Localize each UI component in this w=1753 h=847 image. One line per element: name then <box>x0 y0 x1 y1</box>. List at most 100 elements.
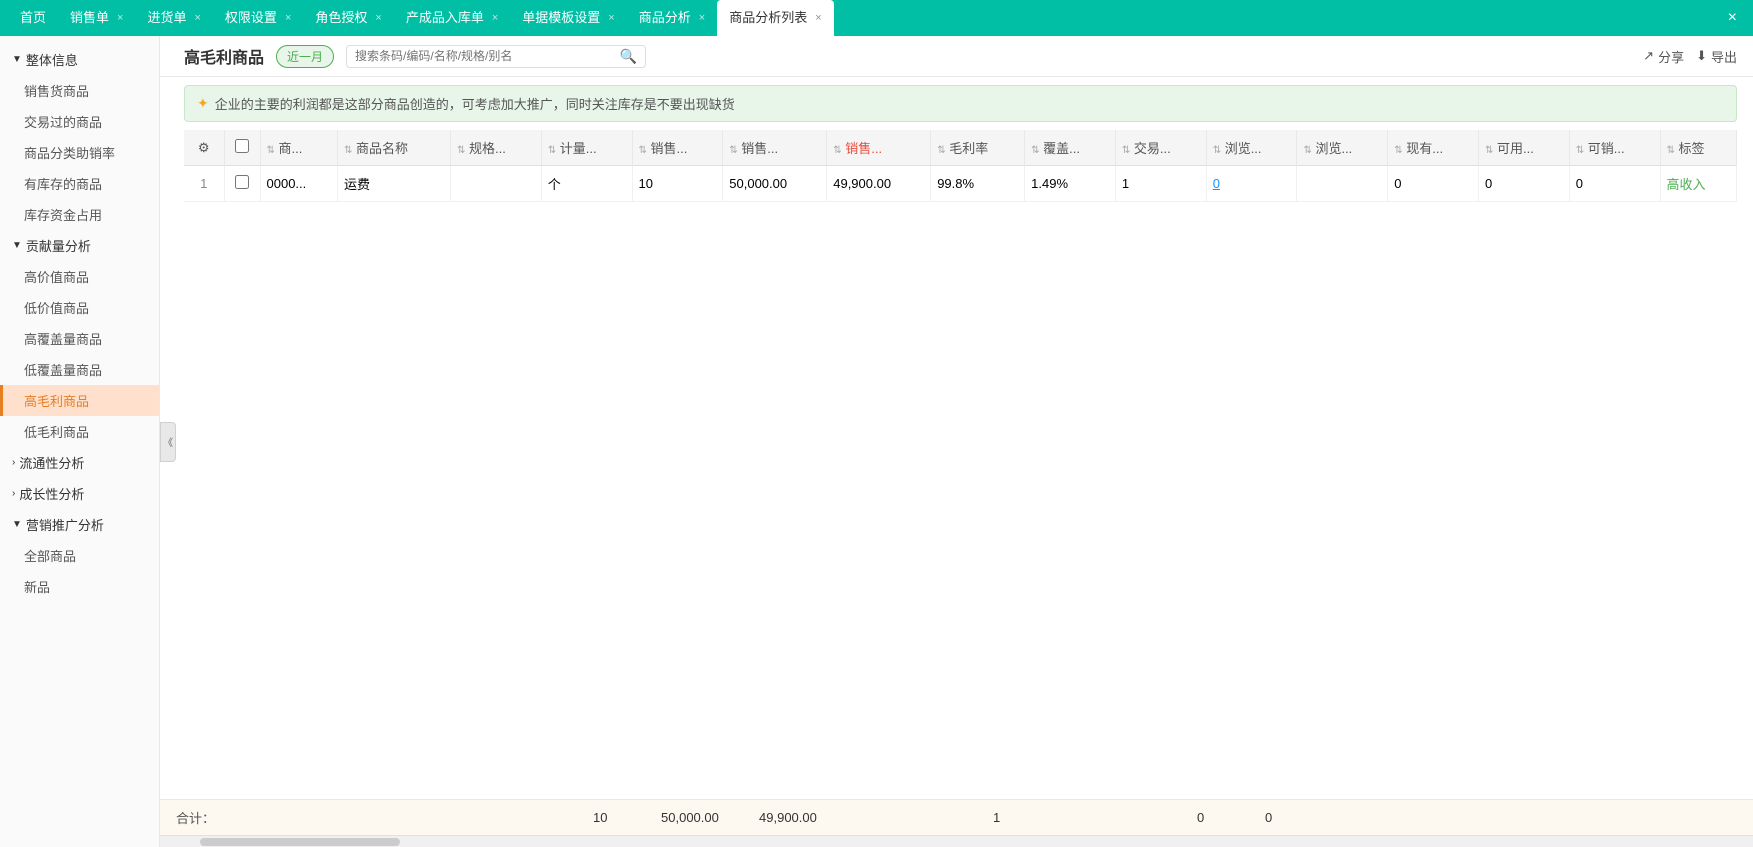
nav-sales[interactable]: 销售单 × <box>58 0 135 36</box>
search-box: 🔍 <box>346 45 646 68</box>
col-browse2[interactable]: ⇅ 浏览... <box>1297 130 1388 166</box>
col-sales-amount[interactable]: ⇅ 销售... <box>723 130 827 166</box>
cell-name: 运费 <box>337 166 450 202</box>
col-saleable-stock[interactable]: ⇅ 可销... <box>1569 130 1660 166</box>
sidebar-group-contribution[interactable]: ▼ 贡献量分析 <box>0 230 159 261</box>
sidebar-group-overview[interactable]: ▼ 整体信息 <box>0 44 159 75</box>
close-template-tab[interactable]: × <box>608 0 614 36</box>
footer-bar: 合计： 10 50,000.00 49,900.00 1 0 0 <box>160 799 1753 835</box>
col-settings[interactable]: ⚙ <box>184 130 224 166</box>
cell-available-stock: 0 <box>1478 166 1569 202</box>
data-table-container: ⚙ ⇅ 商... ⇅ 商品名称 ⇅ 规格... ⇅ 计量... ⇅ 销售... … <box>184 130 1737 799</box>
sidebar-item-high-value[interactable]: 高价值商品 <box>0 261 159 292</box>
cell-spec <box>450 166 541 202</box>
col-sales-qty[interactable]: ⇅ 销售... <box>632 130 723 166</box>
cell-code: 0000... <box>260 166 337 202</box>
close-permission-tab[interactable]: × <box>285 0 291 36</box>
nav-analysis[interactable]: 商品分析 × <box>627 0 717 36</box>
col-browse1[interactable]: ⇅ 浏览... <box>1206 130 1297 166</box>
horizontal-scrollbar[interactable] <box>160 835 1753 847</box>
scrollbar-thumb[interactable] <box>200 838 400 846</box>
cell-unit: 个 <box>541 166 632 202</box>
page-title: 高毛利商品 <box>184 44 264 68</box>
filter-recent-month-button[interactable]: 近一月 <box>276 45 334 68</box>
nav-home[interactable]: 首页 <box>8 0 58 36</box>
data-table: ⚙ ⇅ 商... ⇅ 商品名称 ⇅ 规格... ⇅ 计量... ⇅ 销售... … <box>184 130 1737 202</box>
cell-browse2 <box>1297 166 1388 202</box>
col-tag[interactable]: ⇅ 标签 <box>1660 130 1736 166</box>
cell-sales-qty: 10 <box>632 166 723 202</box>
footer-sales-qty: 10 <box>587 810 647 825</box>
table-header-row: ⚙ ⇅ 商... ⇅ 商品名称 ⇅ 规格... ⇅ 计量... ⇅ 销售... … <box>184 130 1737 166</box>
col-spec[interactable]: ⇅ 规格... <box>450 130 541 166</box>
cell-sales-amount: 50,000.00 <box>723 166 827 202</box>
sidebar-item-low-value[interactable]: 低价值商品 <box>0 292 159 323</box>
cell-current-stock: 0 <box>1388 166 1479 202</box>
sidebar-collapse-button[interactable]: 《 <box>160 422 176 462</box>
close-analysis-tab[interactable]: × <box>699 0 705 36</box>
sidebar-item-sales-goods[interactable]: 销售货商品 <box>0 75 159 106</box>
nav-template[interactable]: 单据模板设置 × <box>510 0 626 36</box>
col-margin-rate[interactable]: ⇅ 毛利率 <box>931 130 1025 166</box>
sidebar-item-high-margin[interactable]: 高毛利商品 <box>0 385 159 416</box>
table-row: 1 0000... 运费 个 10 50,000.00 49,900.00 99… <box>184 166 1737 202</box>
cell-checkbox[interactable] <box>224 166 260 202</box>
footer-sales-profit: 49,900.00 <box>753 810 843 825</box>
share-icon: ↗ <box>1643 48 1654 64</box>
nav-permission[interactable]: 权限设置 × <box>213 0 303 36</box>
row-checkbox[interactable] <box>235 175 249 189</box>
info-banner: ✦ 企业的主要的利润都是这部分商品创造的，可考虑加大推广，同时关注库存是不要出现… <box>184 85 1737 122</box>
sidebar-item-new-goods[interactable]: 新品 <box>0 571 159 602</box>
close-stock-in-tab[interactable]: × <box>492 0 498 36</box>
cell-sales-profit: 49,900.00 <box>827 166 931 202</box>
footer-available-stock: 0 <box>1259 810 1319 825</box>
content-area: 《 高毛利商品 近一月 🔍 ↗ 分享 ⬇ 导出 ✦ 企 <box>160 36 1753 847</box>
export-button[interactable]: ⬇ 导出 <box>1696 47 1737 66</box>
nav-role[interactable]: 角色授权 × <box>303 0 393 36</box>
sidebar-item-category-rate[interactable]: 商品分类助销率 <box>0 137 159 168</box>
sidebar-item-all-goods[interactable]: 全部商品 <box>0 540 159 571</box>
search-input[interactable] <box>355 49 620 63</box>
sidebar-item-traded-goods[interactable]: 交易过的商品 <box>0 106 159 137</box>
col-sales-profit[interactable]: ⇅ 销售... <box>827 130 931 166</box>
arrow-growth: › <box>12 488 15 499</box>
arrow-overview: ▼ <box>12 54 22 65</box>
close-purchase-tab[interactable]: × <box>194 0 200 36</box>
sidebar-group-growth[interactable]: › 成长性分析 <box>0 478 159 509</box>
col-checkbox[interactable] <box>224 130 260 166</box>
search-button[interactable]: 🔍 <box>620 48 637 65</box>
sidebar-item-low-margin[interactable]: 低毛利商品 <box>0 416 159 447</box>
sidebar-item-high-coverage[interactable]: 高覆盖量商品 <box>0 323 159 354</box>
col-current-stock[interactable]: ⇅ 现有... <box>1388 130 1479 166</box>
header-actions: ↗ 分享 ⬇ 导出 <box>1643 47 1737 66</box>
sidebar-item-stock-fund[interactable]: 库存资金占用 <box>0 199 159 230</box>
main-layout: ▼ 整体信息 销售货商品 交易过的商品 商品分类助销率 有库存的商品 库存资金占… <box>0 36 1753 847</box>
sidebar-group-marketing[interactable]: ▼ 营销推广分析 <box>0 509 159 540</box>
col-code[interactable]: ⇅ 商... <box>260 130 337 166</box>
sidebar-group-liquidity[interactable]: › 流通性分析 <box>0 447 159 478</box>
close-sales-tab[interactable]: × <box>117 0 123 36</box>
col-unit[interactable]: ⇅ 计量... <box>541 130 632 166</box>
select-all-checkbox[interactable] <box>235 139 249 153</box>
sidebar-item-low-coverage[interactable]: 低覆盖量商品 <box>0 354 159 385</box>
info-text: 企业的主要的利润都是这部分商品创造的，可考虑加大推广，同时关注库存是不要出现缺货 <box>215 94 735 113</box>
col-trade-count[interactable]: ⇅ 交易... <box>1115 130 1206 166</box>
close-role-tab[interactable]: × <box>375 0 381 36</box>
sidebar: ▼ 整体信息 销售货商品 交易过的商品 商品分类助销率 有库存的商品 库存资金占… <box>0 36 160 847</box>
cell-browse1[interactable]: 0 <box>1206 166 1297 202</box>
sidebar-item-in-stock[interactable]: 有库存的商品 <box>0 168 159 199</box>
nav-purchase[interactable]: 进货单 × <box>135 0 212 36</box>
footer-sales-amount: 50,000.00 <box>655 810 745 825</box>
share-button[interactable]: ↗ 分享 <box>1643 47 1684 66</box>
footer-current-stock: 0 <box>1191 810 1251 825</box>
cell-saleable-stock: 0 <box>1569 166 1660 202</box>
nav-analysis-list[interactable]: 商品分析列表 × <box>717 0 833 36</box>
col-name[interactable]: ⇅ 商品名称 <box>337 130 450 166</box>
window-close-button[interactable]: × <box>1720 9 1745 27</box>
close-analysis-list-tab[interactable]: × <box>815 0 821 36</box>
col-coverage[interactable]: ⇅ 覆盖... <box>1025 130 1116 166</box>
nav-stock-in[interactable]: 产成品入库单 × <box>394 0 510 36</box>
cell-index: 1 <box>184 166 224 202</box>
col-available-stock[interactable]: ⇅ 可用... <box>1478 130 1569 166</box>
export-icon: ⬇ <box>1696 48 1707 64</box>
